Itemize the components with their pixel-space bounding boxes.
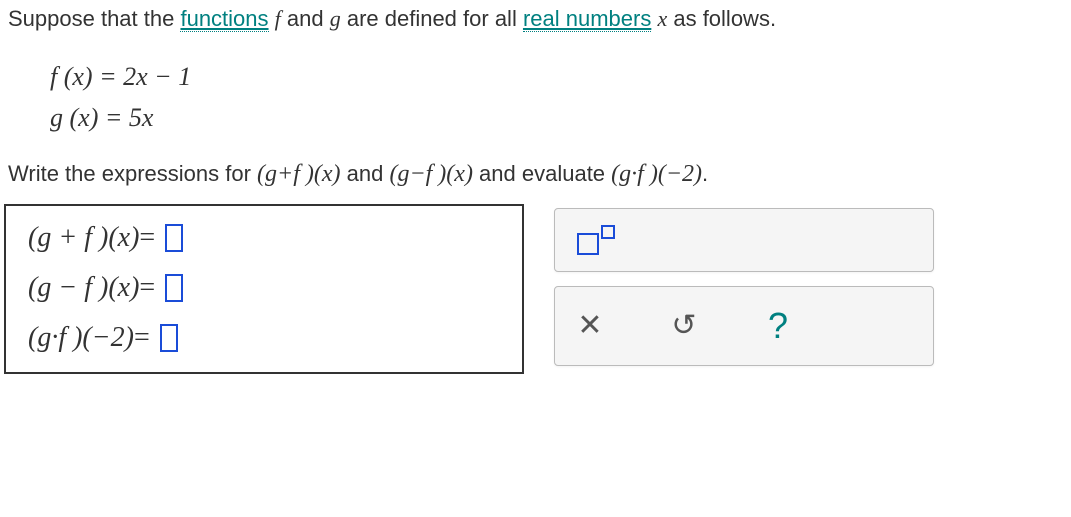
- help-icon: ?: [768, 305, 788, 346]
- functions-link[interactable]: functions: [180, 6, 268, 32]
- superscript-tool[interactable]: [573, 223, 619, 257]
- answer-eq-3: (g·f )(−2) =: [28, 322, 500, 354]
- def-f: f (x) = 2x − 1: [50, 57, 1021, 96]
- close-icon: ✕: [577, 309, 602, 342]
- keypad-panel: [554, 208, 934, 272]
- expr-gplusf: (g+f )(x): [257, 161, 340, 187]
- eq2-input[interactable]: [165, 274, 183, 302]
- exponent-box-icon: [601, 225, 615, 239]
- expr-gdotf: (g·f )(−2): [611, 161, 702, 187]
- eq1-equals: =: [139, 222, 155, 254]
- problem-intro: Suppose that the functions f and g are d…: [0, 0, 1071, 39]
- answer-box: (g + f )(x) = (g − f )(x) = (g·f )(−2) =: [4, 204, 524, 374]
- actions-panel: ✕ ↺ ?: [554, 286, 934, 366]
- eq2-equals: =: [139, 272, 155, 304]
- eq1-input[interactable]: [165, 224, 183, 252]
- real-numbers-link[interactable]: real numbers: [523, 6, 651, 32]
- eq2-lhs: (g − f )(x): [28, 272, 139, 304]
- clear-button[interactable]: ✕: [573, 308, 607, 343]
- expr-gminusf: (g−f )(x): [389, 161, 472, 187]
- tools-column: ✕ ↺ ?: [554, 208, 934, 366]
- eq3-input[interactable]: [160, 324, 178, 352]
- reset-icon: ↺: [671, 309, 696, 342]
- eq3-lhs: (g·f )(−2): [28, 322, 134, 354]
- eq3-equals: =: [134, 322, 150, 354]
- instruction-text: Write the expressions for (g+f )(x) and …: [0, 155, 1071, 204]
- base-box-icon: [577, 233, 599, 255]
- answer-eq-2: (g − f )(x) =: [28, 272, 500, 304]
- var-g: g: [330, 6, 341, 31]
- reset-button[interactable]: ↺: [667, 308, 701, 343]
- def-g: g (x) = 5x: [50, 98, 1021, 137]
- function-definitions: f (x) = 2x − 1 g (x) = 5x: [0, 39, 1071, 155]
- eq1-lhs: (g + f )(x): [28, 222, 139, 254]
- intro-text-1: Suppose that the: [8, 6, 180, 31]
- answer-eq-1: (g + f )(x) =: [28, 222, 500, 254]
- var-x: x: [657, 6, 667, 31]
- help-button[interactable]: ?: [761, 305, 795, 347]
